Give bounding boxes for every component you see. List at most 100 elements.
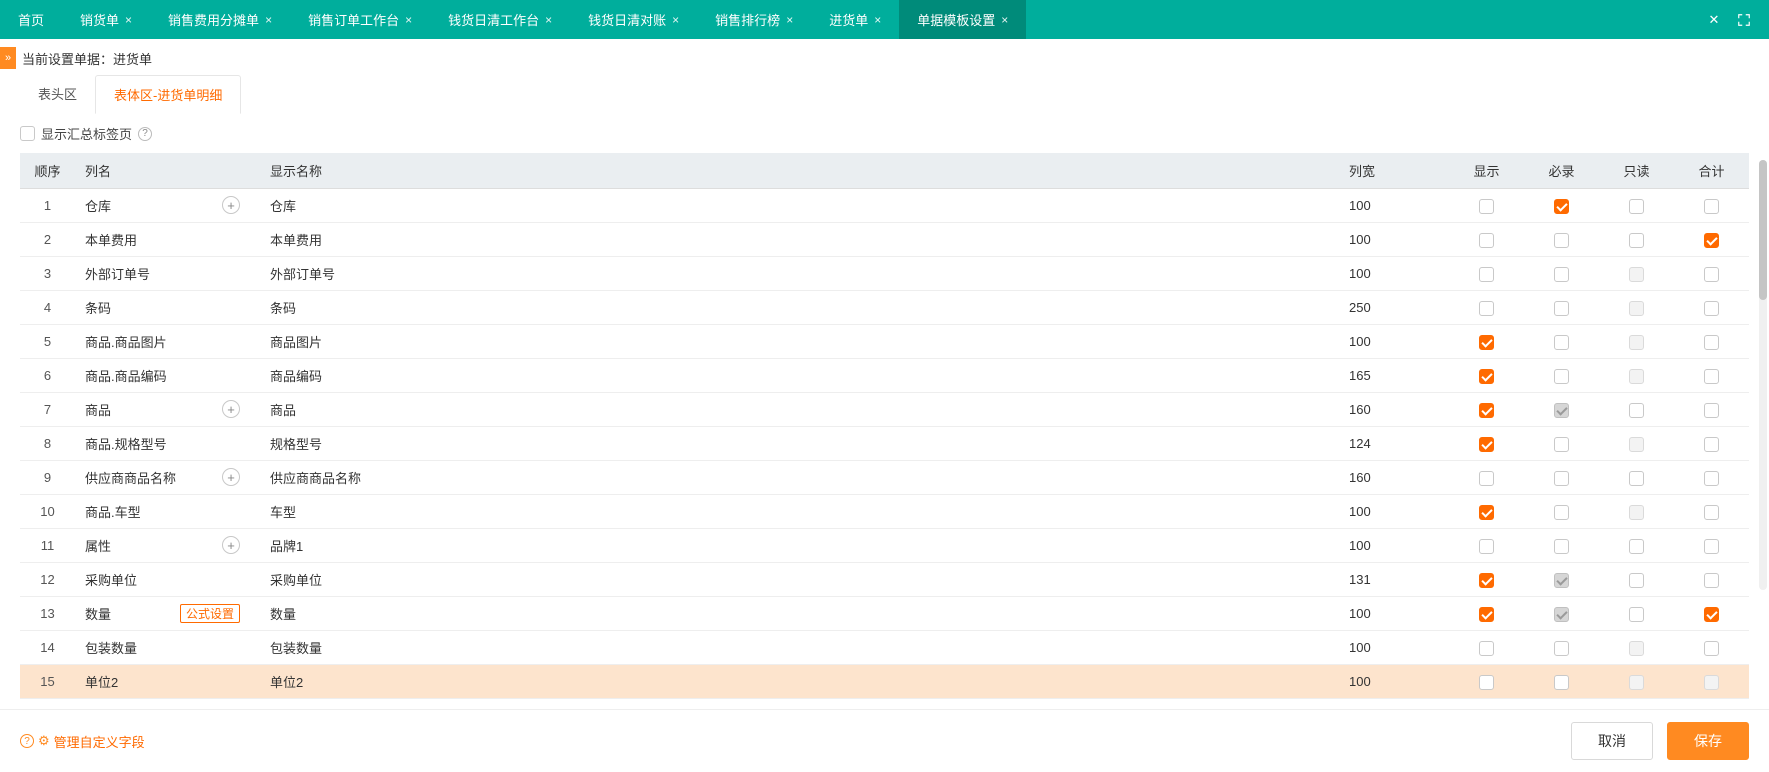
table-row[interactable]: 3外部订单号外部订单号100 xyxy=(20,257,1749,291)
cell-width[interactable]: 100 xyxy=(1339,257,1449,291)
checkbox[interactable] xyxy=(1479,233,1494,248)
cell-width[interactable]: 160 xyxy=(1339,393,1449,427)
checkbox[interactable] xyxy=(1554,233,1569,248)
table-row[interactable]: 15单位2单位2100 xyxy=(20,665,1749,699)
checkbox[interactable] xyxy=(1704,335,1719,350)
cell-display-name[interactable]: 规格型号 xyxy=(260,427,1339,461)
checkbox[interactable] xyxy=(1479,335,1494,350)
cell-width[interactable]: 100 xyxy=(1339,223,1449,257)
table-row[interactable]: 5商品.商品图片商品图片100 xyxy=(20,325,1749,359)
formula-button[interactable]: 公式设置 xyxy=(180,604,240,623)
table-row[interactable]: 9供应商商品名称+供应商商品名称160 xyxy=(20,461,1749,495)
cell-width[interactable]: 100 xyxy=(1339,495,1449,529)
fullscreen-icon[interactable] xyxy=(1729,5,1759,35)
tab-close-icon[interactable]: × xyxy=(874,13,881,27)
checkbox[interactable] xyxy=(1554,369,1569,384)
tab-close-icon[interactable]: × xyxy=(405,13,412,27)
tab-钱货日清工作台[interactable]: 钱货日清工作台× xyxy=(430,0,570,39)
checkbox[interactable] xyxy=(1704,403,1719,418)
cell-width[interactable]: 131 xyxy=(1339,563,1449,597)
table-row[interactable]: 1仓库+仓库100 xyxy=(20,189,1749,223)
add-icon[interactable]: + xyxy=(222,196,240,214)
cell-display-name[interactable]: 品牌1 xyxy=(260,529,1339,563)
checkbox[interactable] xyxy=(1629,471,1644,486)
checkbox[interactable] xyxy=(1479,403,1494,418)
checkbox[interactable] xyxy=(1704,233,1719,248)
checkbox[interactable] xyxy=(1704,539,1719,554)
cell-display-name[interactable]: 仓库 xyxy=(260,189,1339,223)
add-icon[interactable]: + xyxy=(222,536,240,554)
cell-display-name[interactable]: 商品编码 xyxy=(260,359,1339,393)
cell-display-name[interactable]: 包装数量 xyxy=(260,631,1339,665)
checkbox[interactable] xyxy=(1479,267,1494,282)
cancel-button[interactable]: 取消 xyxy=(1571,722,1653,760)
table-row[interactable]: 7商品+商品160 xyxy=(20,393,1749,427)
tab-close-icon[interactable]: × xyxy=(786,13,793,27)
subtab-表体区-进货单明细[interactable]: 表体区-进货单明细 xyxy=(95,75,241,114)
checkbox[interactable] xyxy=(1704,199,1719,214)
checkbox[interactable] xyxy=(1554,437,1569,452)
show-summary-checkbox[interactable] xyxy=(20,126,35,141)
tab-钱货日清对账[interactable]: 钱货日清对账× xyxy=(570,0,697,39)
cell-width[interactable]: 100 xyxy=(1339,665,1449,699)
checkbox[interactable] xyxy=(1704,641,1719,656)
tab-单据模板设置[interactable]: 单据模板设置× xyxy=(899,0,1026,39)
checkbox[interactable] xyxy=(1554,335,1569,350)
vertical-scrollbar[interactable] xyxy=(1759,160,1767,590)
checkbox[interactable] xyxy=(1479,539,1494,554)
table-row[interactable]: 8商品.规格型号规格型号124 xyxy=(20,427,1749,461)
close-all-icon[interactable]: ✕ xyxy=(1699,5,1729,35)
checkbox[interactable] xyxy=(1479,505,1494,520)
table-row[interactable]: 14包装数量包装数量100 xyxy=(20,631,1749,665)
cell-width[interactable]: 100 xyxy=(1339,529,1449,563)
scrollbar-thumb[interactable] xyxy=(1759,160,1767,300)
cell-display-name[interactable]: 数量 xyxy=(260,597,1339,631)
table-row[interactable]: 13数量公式设置数量100 xyxy=(20,597,1749,631)
checkbox[interactable] xyxy=(1479,471,1494,486)
cell-display-name[interactable]: 供应商商品名称 xyxy=(260,461,1339,495)
table-row[interactable]: 6商品.商品编码商品编码165 xyxy=(20,359,1749,393)
checkbox[interactable] xyxy=(1629,607,1644,622)
tab-销售费用分摊单[interactable]: 销售费用分摊单× xyxy=(150,0,290,39)
cell-width[interactable]: 124 xyxy=(1339,427,1449,461)
subtab-表头区[interactable]: 表头区 xyxy=(20,75,95,113)
help-icon[interactable]: ? xyxy=(138,127,152,141)
checkbox[interactable] xyxy=(1479,573,1494,588)
checkbox[interactable] xyxy=(1629,199,1644,214)
cell-width[interactable]: 100 xyxy=(1339,631,1449,665)
tab-close-icon[interactable]: × xyxy=(265,13,272,27)
checkbox[interactable] xyxy=(1479,675,1494,690)
save-button[interactable]: 保存 xyxy=(1667,722,1749,760)
checkbox[interactable] xyxy=(1704,267,1719,282)
add-icon[interactable]: + xyxy=(222,468,240,486)
checkbox[interactable] xyxy=(1554,505,1569,520)
tab-close-icon[interactable]: × xyxy=(125,13,132,27)
checkbox[interactable] xyxy=(1704,437,1719,452)
checkbox[interactable] xyxy=(1629,403,1644,418)
checkbox[interactable] xyxy=(1704,369,1719,384)
checkbox[interactable] xyxy=(1629,233,1644,248)
cell-width[interactable]: 160 xyxy=(1339,461,1449,495)
checkbox[interactable] xyxy=(1479,641,1494,656)
tab-销售排行榜[interactable]: 销售排行榜× xyxy=(697,0,811,39)
tab-销售订单工作台[interactable]: 销售订单工作台× xyxy=(290,0,430,39)
cell-width[interactable]: 100 xyxy=(1339,325,1449,359)
checkbox[interactable] xyxy=(1704,471,1719,486)
cell-display-name[interactable]: 本单费用 xyxy=(260,223,1339,257)
checkbox[interactable] xyxy=(1479,301,1494,316)
cell-display-name[interactable]: 车型 xyxy=(260,495,1339,529)
cell-display-name[interactable]: 条码 xyxy=(260,291,1339,325)
checkbox[interactable] xyxy=(1629,539,1644,554)
manage-custom-fields-link[interactable]: 管理自定义字段 xyxy=(54,732,145,751)
checkbox[interactable] xyxy=(1479,369,1494,384)
checkbox[interactable] xyxy=(1554,641,1569,656)
tab-close-icon[interactable]: × xyxy=(672,13,679,27)
table-row[interactable]: 2本单费用本单费用100 xyxy=(20,223,1749,257)
cell-display-name[interactable]: 单位2 xyxy=(260,665,1339,699)
footer-help-icon[interactable]: ? xyxy=(20,734,34,748)
table-row[interactable]: 11属性+品牌1100 xyxy=(20,529,1749,563)
cell-display-name[interactable]: 采购单位 xyxy=(260,563,1339,597)
tab-进货单[interactable]: 进货单× xyxy=(811,0,899,39)
tab-close-icon[interactable]: × xyxy=(545,13,552,27)
checkbox[interactable] xyxy=(1704,505,1719,520)
